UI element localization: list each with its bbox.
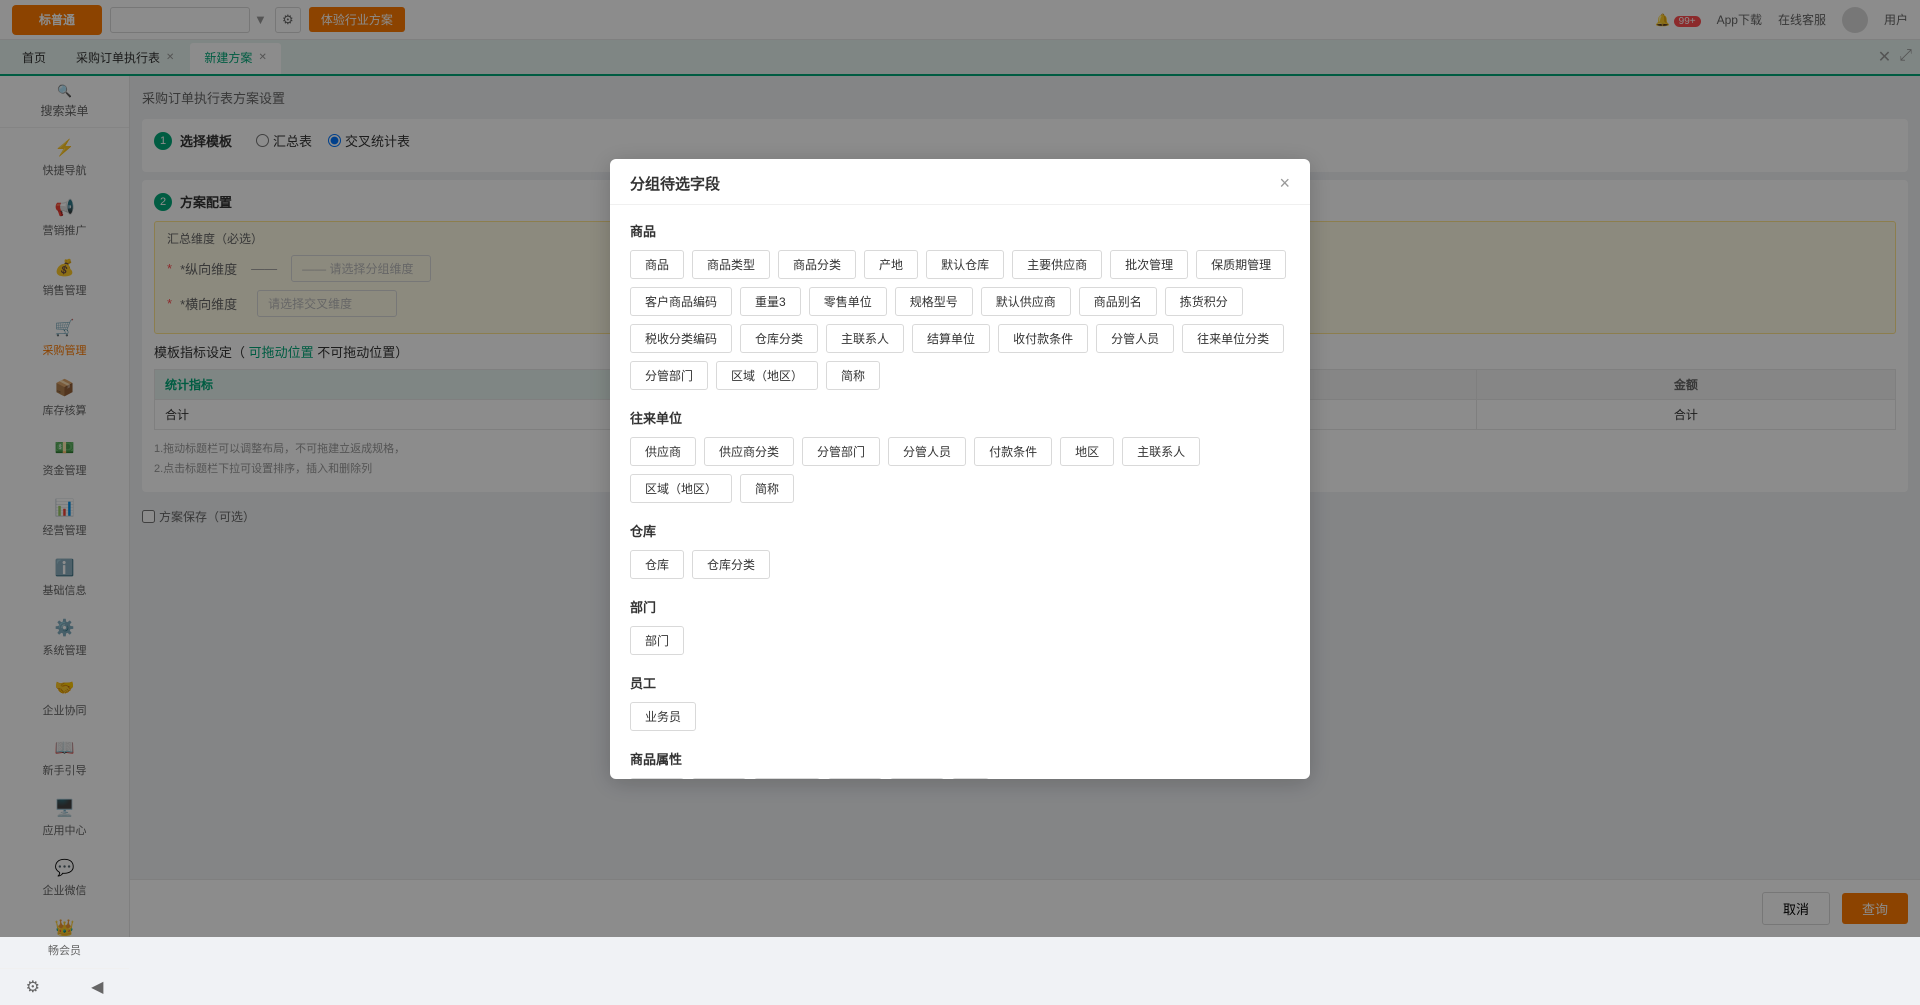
field-tag[interactable]: 客户商品编码 <box>630 287 732 316</box>
field-tag[interactable]: 1 <box>952 778 989 779</box>
field-tag[interactable]: 规格型号 <box>895 287 973 316</box>
field-tag[interactable]: 税收分类编码 <box>630 324 732 353</box>
sidebar-collapse-icon[interactable]: ◀ <box>91 977 103 997</box>
field-tag[interactable]: 分管人员 <box>888 437 966 466</box>
field-tag[interactable]: 商品分类 <box>778 250 856 279</box>
field-tag[interactable]: 区域（地区） <box>716 361 818 390</box>
field-tag[interactable]: 默认供应商 <box>981 287 1071 316</box>
field-tag[interactable]: 产地 <box>864 250 918 279</box>
field-tag[interactable]: 区域（地区） <box>630 474 732 503</box>
modal-body: 商品商品商品类型商品分类产地默认仓库主要供应商批次管理保质期管理客户商品编码重量… <box>610 205 1310 779</box>
field-tag[interactable]: 供应商分类 <box>704 437 794 466</box>
field-tag[interactable]: 主联系人 <box>826 324 904 353</box>
field-tags-container: 属性 颜色 多规格 尺码 鞋码 1 <box>630 778 1290 779</box>
field-group-title: 商品 <box>630 221 1290 240</box>
field-tag[interactable]: 分管人员 <box>1096 324 1174 353</box>
modal-header: 分组待选字段 × <box>610 159 1310 205</box>
field-tag[interactable]: 鞋码 <box>890 778 944 779</box>
field-tags-container: 商品商品类型商品分类产地默认仓库主要供应商批次管理保质期管理客户商品编码重量3 零… <box>630 250 1290 390</box>
field-group-商品: 商品商品商品类型商品分类产地默认仓库主要供应商批次管理保质期管理客户商品编码重量… <box>630 221 1290 390</box>
field-tag[interactable]: 属性 <box>630 778 684 779</box>
field-tags-container: 仓库仓库分类 <box>630 550 1290 579</box>
field-group-title: 部门 <box>630 597 1290 616</box>
field-group-title: 往来单位 <box>630 408 1290 427</box>
field-tags-container: 供应商供应商分类分管部门分管人员付款条件地区主联系人区域（地区） 简称 <box>630 437 1290 503</box>
field-tag[interactable]: 收付款条件 <box>998 324 1088 353</box>
field-group-商品属性: 商品属性属性 颜色 多规格 尺码 鞋码 1 <box>630 749 1290 779</box>
field-tag[interactable]: 尺码 <box>828 778 882 779</box>
field-group-title: 仓库 <box>630 521 1290 540</box>
field-tag[interactable]: 批次管理 <box>1110 250 1188 279</box>
field-tag[interactable]: 商品别名 <box>1079 287 1157 316</box>
field-select-modal: 分组待选字段 × 商品商品商品类型商品分类产地默认仓库主要供应商批次管理保质期管… <box>610 159 1310 779</box>
field-tag[interactable]: 往来单位分类 <box>1182 324 1284 353</box>
field-group-仓库: 仓库仓库仓库分类 <box>630 521 1290 579</box>
field-tags-container: 部门 <box>630 626 1290 655</box>
field-tag[interactable]: 零售单位 <box>809 287 887 316</box>
field-tag[interactable]: 简称 <box>740 474 794 503</box>
field-tag[interactable]: 简称 <box>826 361 880 390</box>
field-tag[interactable]: 重量3 <box>740 287 801 316</box>
modal-overlay: 分组待选字段 × 商品商品商品类型商品分类产地默认仓库主要供应商批次管理保质期管… <box>0 0 1920 937</box>
field-tag[interactable]: 拣货积分 <box>1165 287 1243 316</box>
field-tag[interactable]: 主要供应商 <box>1012 250 1102 279</box>
field-tag[interactable]: 商品类型 <box>692 250 770 279</box>
modal-close-button[interactable]: × <box>1279 173 1290 194</box>
field-tag[interactable]: 多规格 <box>754 778 820 779</box>
field-tag[interactable]: 默认仓库 <box>926 250 1004 279</box>
field-tag[interactable]: 仓库分类 <box>740 324 818 353</box>
sidebar-settings-icon[interactable]: ⚙ <box>26 977 40 997</box>
field-tag[interactable]: 仓库 <box>630 550 684 579</box>
field-tag[interactable]: 付款条件 <box>974 437 1052 466</box>
sidebar-bottom: ⚙ ◀ <box>0 968 129 1005</box>
field-tag[interactable]: 分管部门 <box>802 437 880 466</box>
field-tags-container: 业务员 <box>630 702 1290 731</box>
field-tag[interactable]: 地区 <box>1060 437 1114 466</box>
field-tag[interactable]: 主联系人 <box>1122 437 1200 466</box>
field-tag[interactable]: 业务员 <box>630 702 696 731</box>
field-group-title: 员工 <box>630 673 1290 692</box>
field-tag[interactable]: 商品 <box>630 250 684 279</box>
modal-title: 分组待选字段 <box>630 173 720 194</box>
field-tag[interactable]: 供应商 <box>630 437 696 466</box>
field-tag[interactable]: 仓库分类 <box>692 550 770 579</box>
field-tag[interactable]: 保质期管理 <box>1196 250 1286 279</box>
field-tag[interactable]: 分管部门 <box>630 361 708 390</box>
field-group-title: 商品属性 <box>630 749 1290 768</box>
field-group-部门: 部门部门 <box>630 597 1290 655</box>
field-tag[interactable]: 部门 <box>630 626 684 655</box>
field-group-往来单位: 往来单位供应商供应商分类分管部门分管人员付款条件地区主联系人区域（地区） 简称 <box>630 408 1290 503</box>
field-tag[interactable]: 颜色 <box>692 778 746 779</box>
field-tag[interactable]: 结算单位 <box>912 324 990 353</box>
field-group-员工: 员工业务员 <box>630 673 1290 731</box>
